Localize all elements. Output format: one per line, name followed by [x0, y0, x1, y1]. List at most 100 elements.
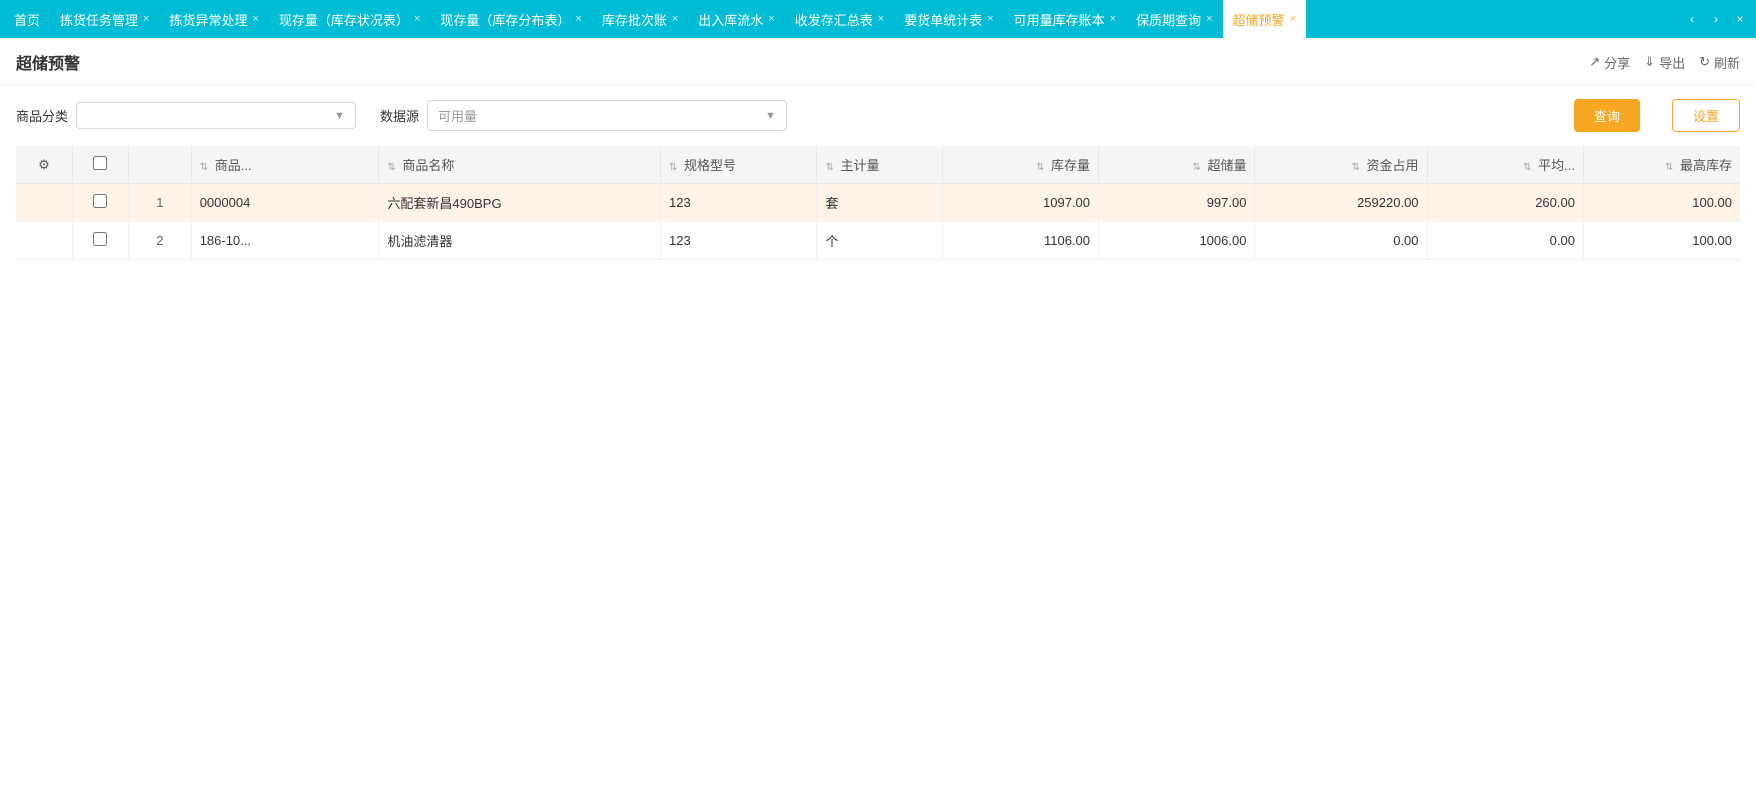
row-code: 0000004	[191, 184, 379, 222]
row-seq: 2	[129, 222, 192, 260]
export-button[interactable]: ⇓ 导出	[1644, 53, 1685, 72]
nav-stock-dist[interactable]: 现存量（库存分布表） ×	[430, 0, 591, 38]
row-stock: 1097.00	[942, 184, 1098, 222]
refresh-button[interactable]: ↻ 刷新	[1699, 53, 1740, 72]
row-unit: 个	[817, 222, 942, 260]
table-row: 1 0000004 六配套新昌490BPG 123 套 1097.00 997.…	[16, 184, 1740, 222]
share-icon: ↗	[1589, 54, 1600, 70]
col-header-spec: ⇅ 规格型号	[661, 146, 817, 184]
sort-icon: ⇅	[1192, 162, 1200, 173]
category-select-value	[87, 108, 91, 123]
row-checkbox[interactable]	[93, 194, 107, 208]
col-header-seq	[129, 146, 192, 184]
table-header-row: ⚙ ⇅ 商品... ⇅ 商品名称 ⇅	[16, 146, 1740, 184]
row-over: 997.00	[1099, 184, 1255, 222]
col-header-name: ⇅ 商品名称	[379, 146, 661, 184]
col-header-gear: ⚙	[16, 146, 72, 184]
col-header-unit: ⇅ 主计量	[817, 146, 942, 184]
close-icon[interactable]: ×	[1110, 13, 1116, 25]
overstock-table: ⚙ ⇅ 商品... ⇅ 商品名称 ⇅	[16, 146, 1740, 260]
row-stock: 1106.00	[942, 222, 1098, 260]
nav-scroll-arrows: ‹ › ×	[1680, 0, 1752, 38]
top-navigation: 首页 拣货任务管理 × 拣货异常处理 × 现存量（库存状况表） × 现存量（库存…	[0, 0, 1756, 38]
col-header-stock: ⇅ 库存量	[942, 146, 1098, 184]
nav-available-stock[interactable]: 可用量库存账本 ×	[1004, 0, 1126, 38]
col-header-maxstock: ⇅ 最高库存	[1583, 146, 1740, 184]
datasource-select-value: 可用量	[438, 106, 477, 125]
export-icon: ⇓	[1644, 54, 1655, 70]
row-checkbox-cell	[72, 222, 128, 260]
close-icon[interactable]: ×	[1290, 13, 1296, 25]
row-maxstock: 100.00	[1583, 184, 1740, 222]
datasource-label: 数据源	[380, 106, 419, 125]
row-seq: 1	[129, 184, 192, 222]
nav-stock-batch[interactable]: 库存批次账 ×	[592, 0, 688, 38]
sort-icon: ⇅	[1036, 162, 1044, 173]
settings-button[interactable]: 设置	[1672, 99, 1740, 132]
page-header: 超储预警 ↗ 分享 ⇓ 导出 ↻ 刷新	[0, 38, 1756, 85]
nav-home[interactable]: 首页	[4, 0, 50, 38]
refresh-icon: ↻	[1699, 54, 1710, 70]
nav-pick-exception[interactable]: 拣货异常处理 ×	[159, 0, 268, 38]
row-spec: 123	[661, 222, 817, 260]
sort-icon: ⇅	[1523, 162, 1531, 173]
nav-quality[interactable]: 保质期查询 ×	[1126, 0, 1222, 38]
close-icon[interactable]: ×	[143, 13, 149, 25]
close-icon[interactable]: ×	[987, 13, 993, 25]
close-icon[interactable]: ×	[414, 13, 420, 25]
nav-close-btn[interactable]: ×	[1728, 0, 1752, 38]
header-actions: ↗ 分享 ⇓ 导出 ↻ 刷新	[1589, 53, 1740, 72]
row-checkbox-cell	[72, 184, 128, 222]
sort-icon: ⇅	[825, 162, 833, 173]
row-code: 186-10...	[191, 222, 379, 260]
gear-icon[interactable]: ⚙	[38, 157, 50, 172]
row-capital: 0.00	[1255, 222, 1427, 260]
nav-scroll-right-btn[interactable]: ›	[1704, 0, 1728, 38]
row-avg: 0.00	[1427, 222, 1583, 260]
row-spec: 123	[661, 184, 817, 222]
col-header-over: ⇅ 超储量	[1099, 146, 1255, 184]
row-options	[16, 184, 72, 222]
table-container: ⚙ ⇅ 商品... ⇅ 商品名称 ⇅	[0, 146, 1756, 260]
chevron-down-icon: ▼	[765, 110, 776, 122]
row-maxstock: 100.00	[1583, 222, 1740, 260]
page-wrapper: 超储预警 ↗ 分享 ⇓ 导出 ↻ 刷新 商品分类 ▼ 数据源	[0, 38, 1756, 800]
row-over: 1006.00	[1099, 222, 1255, 260]
close-icon[interactable]: ×	[252, 13, 258, 25]
row-checkbox[interactable]	[93, 232, 107, 246]
category-filter-group: 商品分类 ▼	[16, 102, 356, 129]
row-capital: 259220.00	[1255, 184, 1427, 222]
share-button[interactable]: ↗ 分享	[1589, 53, 1630, 72]
datasource-select[interactable]: 可用量 ▼	[427, 100, 787, 131]
sort-icon: ⇅	[669, 162, 677, 173]
filter-row: 商品分类 ▼ 数据源 可用量 ▼ 查询 设置	[0, 85, 1756, 146]
nav-scroll-left-btn[interactable]: ‹	[1680, 0, 1704, 38]
category-select[interactable]: ▼	[76, 102, 356, 129]
chevron-down-icon: ▼	[334, 110, 345, 122]
row-options	[16, 222, 72, 260]
select-all-checkbox[interactable]	[93, 156, 107, 170]
close-icon[interactable]: ×	[575, 13, 581, 25]
page-title: 超储预警	[16, 50, 80, 74]
nav-overstock[interactable]: 超储预警 ×	[1223, 0, 1306, 38]
row-unit: 套	[817, 184, 942, 222]
sort-icon: ⇅	[1665, 162, 1673, 173]
nav-order-stat[interactable]: 要货单统计表 ×	[894, 0, 1003, 38]
nav-inout-flow[interactable]: 出入库流水 ×	[688, 0, 784, 38]
nav-stock-status[interactable]: 现存量（库存状况表） ×	[269, 0, 430, 38]
row-avg: 260.00	[1427, 184, 1583, 222]
close-icon[interactable]: ×	[672, 13, 678, 25]
nav-pick-task[interactable]: 拣货任务管理 ×	[50, 0, 159, 38]
sort-icon: ⇅	[1352, 162, 1360, 173]
nav-summary[interactable]: 收发存汇总表 ×	[785, 0, 894, 38]
close-icon[interactable]: ×	[878, 13, 884, 25]
row-name: 六配套新昌490BPG	[379, 184, 661, 222]
col-header-avg: ⇅ 平均...	[1427, 146, 1583, 184]
close-icon[interactable]: ×	[1206, 13, 1212, 25]
row-name: 机油滤清器	[379, 222, 661, 260]
query-button[interactable]: 查询	[1574, 99, 1640, 132]
close-icon[interactable]: ×	[768, 13, 774, 25]
sort-icon: ⇅	[387, 162, 395, 173]
table-row: 2 186-10... 机油滤清器 123 个 1106.00 1006.00 …	[16, 222, 1740, 260]
col-header-checkbox	[72, 146, 128, 184]
